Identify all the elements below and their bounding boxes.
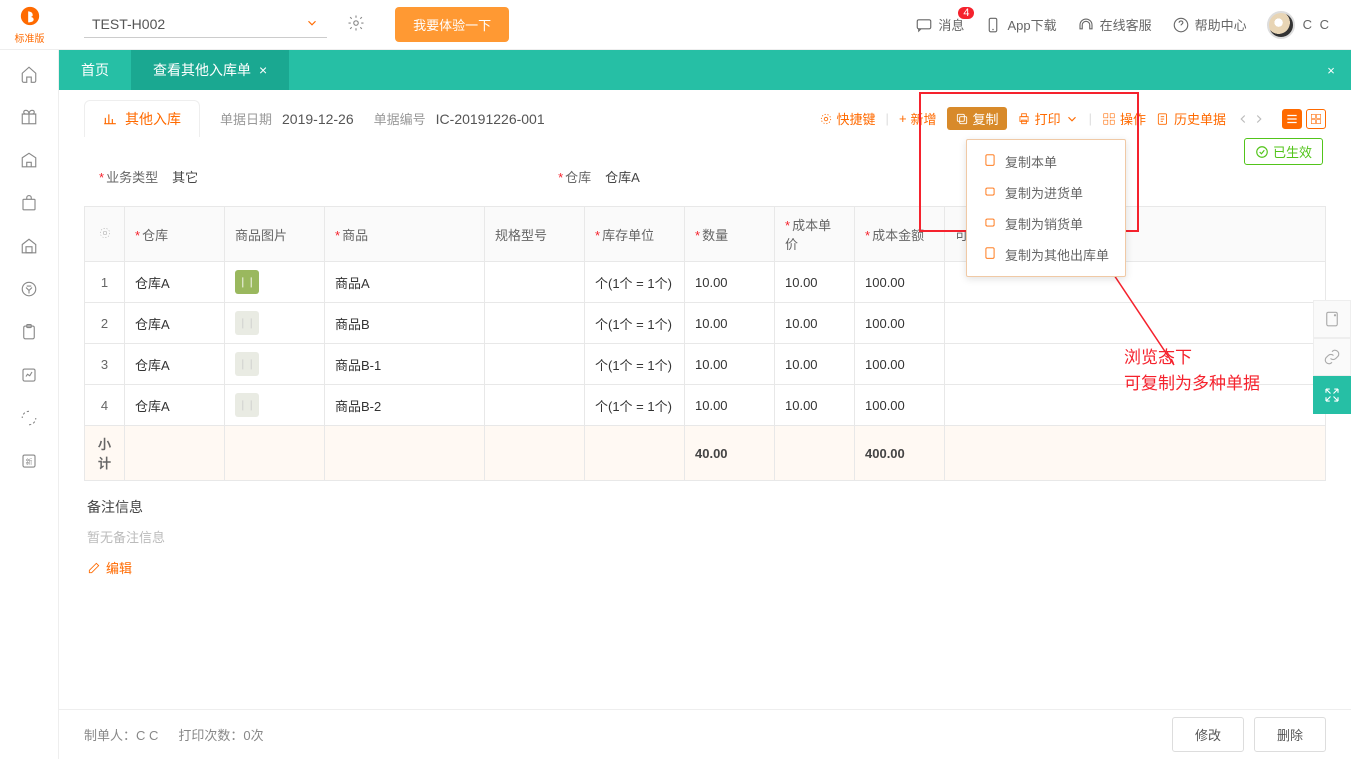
tab-bar-close-icon[interactable]: × — [1311, 50, 1351, 90]
company-selector[interactable]: TEST-H002 — [84, 12, 327, 38]
help-center-action[interactable]: 帮助中心 — [1172, 15, 1247, 34]
date-value: 2019-12-26 — [282, 111, 354, 127]
grid-view-toggle[interactable] — [1306, 109, 1326, 129]
online-service-action[interactable]: 在线客服 — [1077, 15, 1152, 34]
product-image: ❘❘ — [235, 352, 259, 376]
warehouse-value: 仓库A — [605, 167, 640, 186]
product-image: ❘❘ — [235, 393, 259, 417]
product-image: ❘❘ — [235, 311, 259, 335]
print-icon — [1017, 112, 1031, 126]
company-name: TEST-H002 — [92, 16, 165, 32]
chevron-down-icon — [1065, 112, 1079, 126]
subtotal-row: 小计40.00400.00 — [85, 426, 1326, 481]
dock-note-icon[interactable] — [1313, 300, 1351, 338]
footer-bar: 制单人：C C 打印次数：0次 修改 删除 — [59, 709, 1351, 759]
sidebar-sync-icon[interactable] — [20, 409, 38, 430]
remarks-empty: 暂无备注信息 — [87, 527, 1323, 546]
sidebar-gift-icon[interactable] — [20, 108, 38, 129]
status-badge: 已生效 — [1244, 138, 1323, 165]
dock-link-icon[interactable] — [1313, 338, 1351, 376]
sidebar: 新 — [0, 50, 59, 759]
remarks-title: 备注信息 — [87, 497, 1323, 517]
operate-action[interactable]: 操作 — [1102, 109, 1146, 128]
tab-bar: 首页 查看其他入库单 × × — [59, 50, 1351, 90]
product-image: ❘❘ — [235, 270, 259, 294]
messages-action[interactable]: 消息 4 — [915, 15, 964, 34]
sidebar-clipboard-icon[interactable] — [20, 323, 38, 344]
app-download-label: App下载 — [1007, 15, 1056, 34]
help-center-label: 帮助中心 — [1195, 15, 1247, 34]
cart-icon — [983, 184, 997, 201]
date-label: 单据日期 — [220, 109, 272, 128]
dock-expand-icon[interactable] — [1313, 376, 1351, 414]
shortcut-action[interactable]: 快捷键 — [819, 109, 876, 128]
logo[interactable]: 标准版 — [0, 5, 59, 45]
new-action[interactable]: + 新增 — [899, 109, 937, 128]
tab-home[interactable]: 首页 — [59, 50, 131, 90]
plus-icon: + — [899, 111, 907, 126]
sidebar-report-icon[interactable] — [20, 366, 38, 387]
copy-menu-item-self[interactable]: 复制本单 — [967, 146, 1125, 177]
copy-menu-item-sales[interactable]: 复制为销货单 — [967, 208, 1125, 239]
nav-carets[interactable] — [1236, 112, 1266, 126]
col-gear[interactable] — [85, 207, 125, 262]
sidebar-home-icon[interactable] — [20, 65, 38, 86]
list-view-toggle[interactable] — [1282, 109, 1302, 129]
svg-text:新: 新 — [26, 457, 33, 466]
chart-icon — [103, 112, 117, 126]
logo-icon — [19, 5, 41, 30]
edit-icon — [87, 561, 101, 575]
messages-badge: 4 — [958, 7, 974, 19]
logo-label: 标准版 — [15, 30, 45, 45]
try-button[interactable]: 我要体验一下 — [395, 7, 509, 42]
business-type-field: *业务类型 其它 — [99, 167, 198, 186]
tag-icon — [983, 215, 997, 232]
avatar[interactable] — [1267, 11, 1295, 39]
copy-dropdown: 复制本单 复制为进货单 复制为销货单 复制为其他出库单 — [966, 139, 1126, 277]
creator-info: 制单人：C C — [84, 725, 158, 744]
print-action[interactable]: 打印 — [1017, 109, 1079, 128]
modify-button[interactable]: 修改 — [1172, 717, 1244, 752]
items-table: *仓库 商品图片 *商品 规格型号 *库存单位 *数量 *成本单价 *成本金额 … — [84, 206, 1326, 481]
edit-remarks-link[interactable]: 编辑 — [87, 558, 1323, 577]
chevron-down-icon — [305, 16, 319, 33]
table-row[interactable]: 2 仓库A ❘❘ 商品B 个(1个 = 1个) 10.00 10.00 100.… — [85, 303, 1326, 344]
copy-menu-item-purchase[interactable]: 复制为进货单 — [967, 177, 1125, 208]
user-name: C C — [1303, 17, 1331, 32]
copy-icon — [955, 112, 969, 126]
grid-icon — [1102, 112, 1116, 126]
annotation-text: 浏览态下 可复制为多种单据 — [1124, 345, 1260, 396]
sidebar-new-icon[interactable]: 新 — [20, 452, 38, 473]
print-count-info: 打印次数：0次 — [178, 725, 263, 744]
out-icon — [983, 246, 997, 263]
copy-menu-item-outbound[interactable]: 复制为其他出库单 — [967, 239, 1125, 270]
serial-label: 单据编号 — [374, 109, 426, 128]
tab-close-icon[interactable]: × — [259, 62, 267, 78]
doc-title: 其他入库 — [125, 109, 181, 129]
app-download-action[interactable]: App下载 — [984, 15, 1056, 34]
sidebar-inventory-icon[interactable] — [20, 237, 38, 258]
sidebar-finance-icon[interactable] — [20, 280, 38, 301]
sidebar-shopping-icon[interactable] — [20, 194, 38, 215]
history-action[interactable]: 历史单据 — [1156, 109, 1226, 128]
gear-icon — [819, 112, 833, 126]
check-icon — [1255, 145, 1269, 159]
settings-icon[interactable] — [347, 14, 365, 35]
top-header: 标准版 TEST-H002 我要体验一下 消息 4 App下载 在线客服 帮助中… — [0, 0, 1351, 50]
sidebar-warehouse-icon[interactable] — [20, 151, 38, 172]
copy-action[interactable]: 复制 — [947, 107, 1007, 130]
doc-type-tab[interactable]: 其他入库 — [84, 100, 200, 137]
doc-icon — [983, 153, 997, 170]
tab-view-inbound[interactable]: 查看其他入库单 × — [131, 50, 289, 90]
warehouse-field: *仓库 仓库A — [558, 167, 640, 186]
history-icon — [1156, 112, 1170, 126]
delete-button[interactable]: 删除 — [1254, 717, 1326, 752]
serial-value: IC-20191226-001 — [436, 111, 545, 127]
online-service-label: 在线客服 — [1100, 15, 1152, 34]
business-type-value: 其它 — [172, 167, 198, 186]
table-row[interactable]: 1 仓库A ❘❘ 商品A 个(1个 = 1个) 10.00 10.00 100.… — [85, 262, 1326, 303]
